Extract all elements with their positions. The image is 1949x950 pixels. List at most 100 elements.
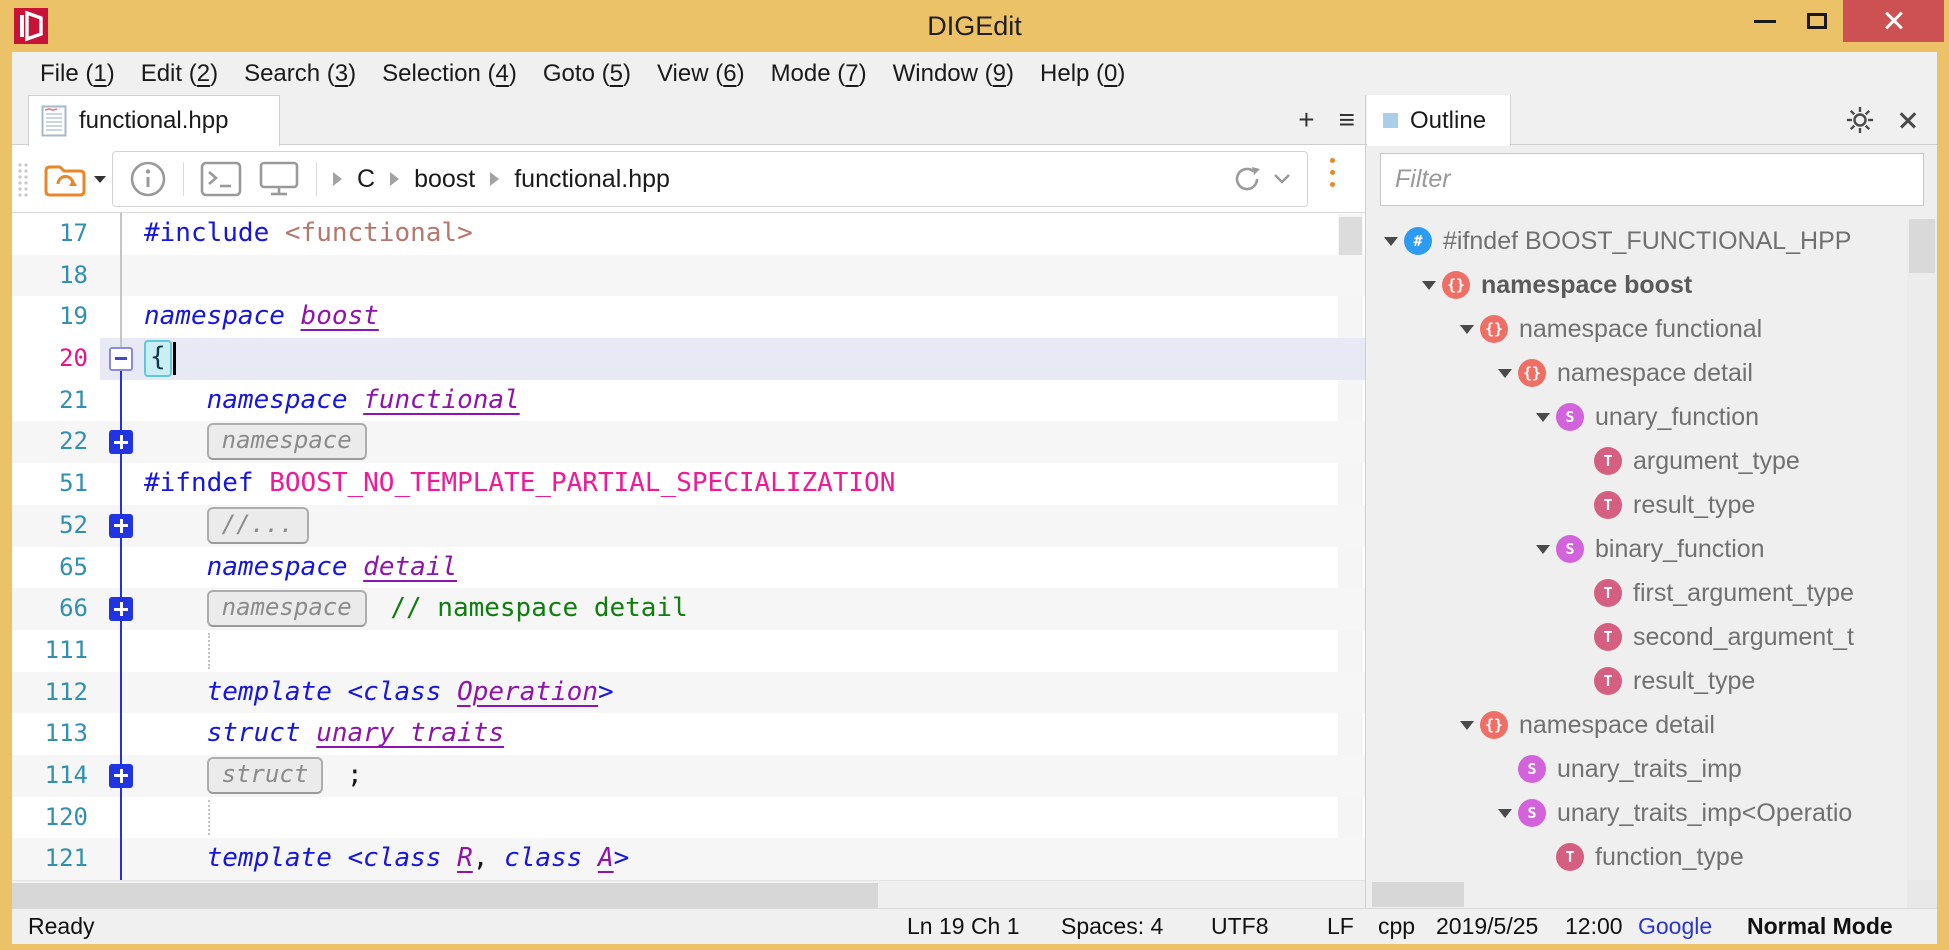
outline-horizontal-scrollbar-thumb[interactable] [1372,882,1464,907]
menu-item-goto[interactable]: Goto (5) [530,60,644,88]
code-content[interactable]: template <class R, class A> [144,838,1365,880]
outline-vertical-scrollbar-thumb[interactable] [1909,219,1935,273]
expander-icon[interactable] [1378,237,1404,246]
collapsed-fold-box[interactable]: //... [207,507,309,544]
outline-item[interactable]: {}namespace detail [1454,703,1908,747]
menu-item-help[interactable]: Help (0) [1027,60,1138,88]
line-number[interactable]: 65 [12,547,100,589]
line-number[interactable]: 120 [12,797,100,839]
breadcrumb-item-c[interactable]: C [357,165,375,194]
outline-item[interactable]: Sunary_traits_imp [1492,747,1908,791]
outline-item[interactable]: Sbinary_function [1530,527,1908,571]
breadcrumb-item-functional-hpp[interactable]: functional.hpp [514,165,670,194]
outline-close-icon[interactable] [1897,109,1919,131]
code-content[interactable]: struct ; [144,755,1365,797]
code-content[interactable]: struct unary_traits [144,713,1365,755]
collapsed-fold-box[interactable]: namespace [207,590,367,627]
status-google-link[interactable]: Google [1638,909,1712,943]
expander-icon[interactable] [1454,325,1480,334]
code-content[interactable] [144,630,1365,672]
line-number[interactable]: 17 [12,213,100,255]
code-content[interactable]: namespace functional [144,380,1365,422]
refresh-icon[interactable] [1231,163,1263,195]
expander-icon[interactable] [1492,369,1518,378]
line-number[interactable]: 52 [12,505,100,547]
outline-item[interactable]: Targument_type [1568,439,1908,483]
info-icon[interactable] [129,160,167,198]
fold-expand-marker-icon[interactable] [109,597,133,621]
open-folder-button[interactable] [38,155,114,203]
monitor-icon[interactable] [258,160,300,198]
code-content[interactable]: namespace // namespace detail [144,588,1365,630]
menu-item-view[interactable]: View (6) [644,60,758,88]
outline-item[interactable]: Tresult_type [1568,483,1908,527]
line-number[interactable]: 66 [12,588,100,630]
line-number[interactable]: 21 [12,380,100,422]
outline-item[interactable]: ##ifndef BOOST_FUNCTIONAL_HPP [1378,219,1908,263]
menu-item-selection[interactable]: Selection (4) [369,60,530,88]
line-number[interactable]: 51 [12,463,100,505]
expander-icon[interactable] [1492,809,1518,818]
kebab-menu-icon[interactable] [1330,158,1335,187]
fold-expand-marker-icon[interactable] [109,514,133,538]
code-content[interactable]: namespace detail [144,547,1365,589]
code-content[interactable]: { [144,338,1365,380]
line-number[interactable]: 112 [12,672,100,714]
outline-item[interactable]: Tfunction_type [1530,835,1908,879]
code-content[interactable] [144,797,1365,839]
expander-icon[interactable] [1530,413,1556,422]
maximize-button[interactable] [1792,0,1842,42]
menu-item-window[interactable]: Window (9) [880,60,1027,88]
code-content[interactable] [144,255,1365,297]
expander-icon[interactable] [1416,281,1442,290]
outline-item[interactable]: {}namespace detail [1492,351,1908,395]
code-content[interactable]: #ifndef BOOST_NO_TEMPLATE_PARTIAL_SPECIA… [144,463,1365,505]
editor-horizontal-scrollbar-thumb[interactable] [12,883,878,908]
outline-item[interactable]: {}namespace boost [1416,263,1908,307]
fold-guide-line [120,213,122,255]
code-editor[interactable]: 17 #include <functional> 1819 namespace boo… [12,213,1365,880]
line-number[interactable]: 111 [12,630,100,672]
line-number[interactable]: 20 [12,338,100,380]
code-content[interactable]: #include <functional> [144,213,1365,255]
outline-item[interactable]: Tfirst_argument_type [1568,571,1908,615]
outline-item[interactable]: {}namespace functional [1454,307,1908,351]
outline-item[interactable]: Sunary_traits_imp<Operatio [1492,791,1908,835]
code-content[interactable]: namespace [144,421,1365,463]
expander-icon[interactable] [1530,545,1556,554]
close-button[interactable] [1843,0,1944,42]
line-number[interactable]: 113 [12,713,100,755]
tab-list-button[interactable]: ≡ [1339,104,1355,136]
expander-icon[interactable] [1454,721,1480,730]
code-content[interactable]: //... [144,505,1365,547]
settings-gear-icon[interactable] [1845,105,1875,135]
fold-expand-marker-icon[interactable] [109,764,133,788]
tab-functional-hpp[interactable]: functional.hpp [28,95,280,146]
line-number[interactable]: 22 [12,421,100,463]
outline-item[interactable]: Tresult_type [1568,659,1908,703]
menu-item-edit[interactable]: Edit (2) [128,60,231,88]
line-number[interactable]: 19 [12,296,100,338]
collapsed-fold-box[interactable]: namespace [207,423,367,460]
fold-expand-marker-icon[interactable] [109,430,133,454]
outline-item[interactable]: Sunary_function [1530,395,1908,439]
collapsed-fold-box[interactable]: struct [207,757,324,794]
minimize-button[interactable] [1738,0,1792,42]
menu-item-search[interactable]: Search (3) [231,60,369,88]
breadcrumb-item-boost[interactable]: boost [414,165,475,194]
line-number[interactable]: 114 [12,755,100,797]
outline-item[interactable]: Tsecond_argument_t [1568,615,1908,659]
outline-tab[interactable]: Outline [1367,95,1511,146]
new-tab-button[interactable]: + [1298,104,1314,136]
outline-filter-input[interactable] [1380,153,1924,206]
code-content[interactable]: template <class Operation> [144,672,1365,714]
code-content[interactable]: namespace boost [144,296,1365,338]
menu-item-file[interactable]: File (1) [27,60,128,88]
fold-collapse-marker-icon[interactable] [109,347,133,371]
toolbar-grip-handle[interactable] [17,162,28,198]
menu-item-mode[interactable]: Mode (7) [758,60,880,88]
chevron-down-icon[interactable] [1273,173,1291,185]
terminal-icon[interactable] [200,161,242,197]
line-number[interactable]: 18 [12,255,100,297]
line-number[interactable]: 121 [12,838,100,880]
